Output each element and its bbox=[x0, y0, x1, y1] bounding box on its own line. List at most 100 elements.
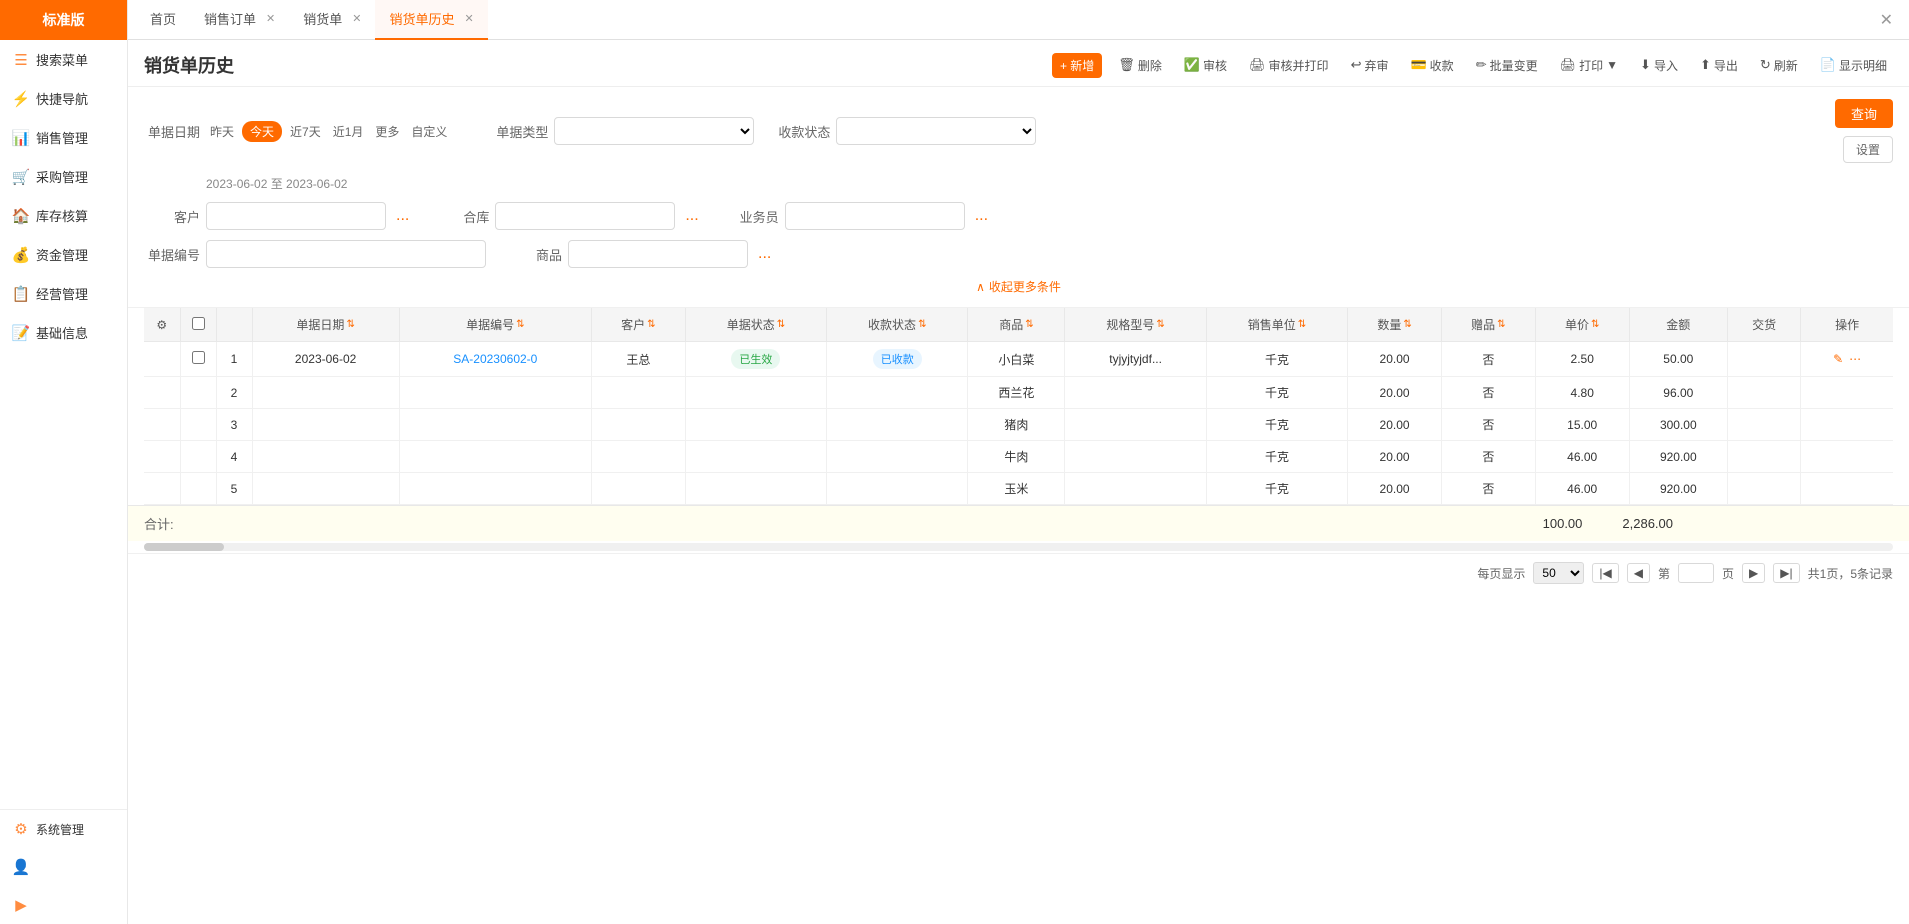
doc-no-input[interactable] bbox=[206, 240, 486, 268]
batch-change-button[interactable]: ✏ 批量变更 bbox=[1470, 53, 1544, 78]
td-goods: 牛肉 bbox=[968, 441, 1065, 473]
td-doc-no[interactable] bbox=[399, 473, 591, 505]
scrollbar-thumb[interactable] bbox=[144, 543, 224, 551]
th-sales-unit[interactable]: 销售单位⇅ bbox=[1206, 308, 1347, 342]
audit-print-button[interactable]: 🖨 审核并打印 bbox=[1243, 53, 1335, 78]
main-content: 首页 销售订单 ✕ 销货单 ✕ 销货单历史 ✕ ✕ 销货单历史 + 新增 🗑 删… bbox=[128, 0, 1909, 924]
sidebar-item-system-mgmt[interactable]: ⚙ 系统管理 bbox=[0, 810, 127, 848]
user-icon: 👤 bbox=[12, 858, 30, 876]
show-details-button[interactable]: 📄 显示明细 bbox=[1814, 53, 1893, 78]
payment-status-label: 收款状态 bbox=[774, 122, 830, 141]
salesperson-picker-btn[interactable]: ... bbox=[971, 207, 992, 225]
th-doc-date[interactable]: 单据日期⇅ bbox=[252, 308, 399, 342]
sidebar-item-finance[interactable]: 💰 资金管理 bbox=[0, 235, 127, 274]
tab-sales-history[interactable]: 销货单历史 ✕ bbox=[375, 0, 487, 40]
filter-row-date-value: 2023-06-02 至 2023-06-02 bbox=[144, 173, 1893, 192]
th-amount[interactable]: 金额 bbox=[1629, 308, 1727, 342]
salesperson-input[interactable] bbox=[785, 202, 965, 230]
shortcut-today[interactable]: 今天 bbox=[242, 121, 282, 142]
sidebar-item-quick-nav[interactable]: ⚡ 快捷导航 bbox=[0, 79, 127, 118]
td-doc-no[interactable] bbox=[399, 409, 591, 441]
tab-sales-order-close[interactable]: ✕ bbox=[266, 12, 275, 25]
th-spec-type[interactable]: 规格型号⇅ bbox=[1065, 308, 1206, 342]
sidebar-item-search-menu[interactable]: ☰ 搜索菜单 bbox=[0, 40, 127, 79]
tab-sales-order[interactable]: 销售订单 ✕ bbox=[190, 0, 289, 40]
td-checkbox[interactable] bbox=[180, 441, 216, 473]
th-checkbox[interactable] bbox=[180, 308, 216, 342]
per-page-select[interactable]: 50 100 200 bbox=[1533, 562, 1584, 584]
pagination-last-btn[interactable]: ▶| bbox=[1773, 563, 1799, 583]
warehouse-input[interactable] bbox=[495, 202, 675, 230]
date-shortcuts: 昨天 今天 近7天 近1月 更多 自定义 bbox=[206, 121, 451, 142]
goods-input[interactable] bbox=[568, 240, 748, 268]
import-button[interactable]: ⬇ 导入 bbox=[1634, 53, 1684, 78]
shortcut-custom[interactable]: 自定义 bbox=[407, 121, 451, 142]
td-checkbox[interactable] bbox=[180, 342, 216, 377]
more-link[interactable]: ⋯ bbox=[1849, 352, 1861, 366]
th-goods[interactable]: 商品⇅ bbox=[968, 308, 1065, 342]
doc-type-select[interactable] bbox=[554, 117, 754, 145]
goods-picker-btn[interactable]: ... bbox=[754, 245, 775, 263]
shortcut-7days[interactable]: 近7天 bbox=[286, 121, 325, 142]
td-doc-no[interactable]: SA-20230602-0 bbox=[399, 342, 591, 377]
sidebar-item-inventory[interactable]: 🏠 库存核算 bbox=[0, 196, 127, 235]
collapse-button[interactable]: ∧ 收起更多条件 bbox=[976, 278, 1061, 295]
td-customer: 王总 bbox=[591, 342, 685, 377]
td-doc-date bbox=[252, 473, 399, 505]
th-quantity[interactable]: 数量⇅ bbox=[1348, 308, 1442, 342]
th-doc-no[interactable]: 单据编号⇅ bbox=[399, 308, 591, 342]
sidebar-item-purchase-mgmt[interactable]: 🛒 采购管理 bbox=[0, 157, 127, 196]
sidebar-item-basic-info[interactable]: 📝 基础信息 bbox=[0, 313, 127, 352]
audit-icon: ✅ bbox=[1184, 57, 1200, 73]
td-settings bbox=[144, 441, 180, 473]
pagination-prev-btn[interactable]: ◀ bbox=[1627, 563, 1650, 583]
customer-picker-btn[interactable]: ... bbox=[392, 207, 413, 225]
th-doc-status[interactable]: 单据状态⇅ bbox=[685, 308, 826, 342]
payment-status-select[interactable] bbox=[836, 117, 1036, 145]
delete-button[interactable]: 🗑 删除 bbox=[1112, 53, 1168, 78]
th-gift[interactable]: 赠品⇅ bbox=[1441, 308, 1535, 342]
tab-bar-close-btn[interactable]: ✕ bbox=[1872, 10, 1901, 30]
print-button[interactable]: 🖨 打印 ▼ bbox=[1554, 53, 1624, 78]
sidebar-item-operations[interactable]: 📋 经营管理 bbox=[0, 274, 127, 313]
td-checkbox[interactable] bbox=[180, 409, 216, 441]
th-unit-price[interactable]: 单价⇅ bbox=[1535, 308, 1629, 342]
sidebar-item-user[interactable]: 👤 bbox=[0, 848, 127, 886]
tab-sales-history-close[interactable]: ✕ bbox=[465, 12, 474, 25]
edit-link[interactable]: ✎ bbox=[1833, 352, 1843, 366]
shortcut-1month[interactable]: 近1月 bbox=[329, 121, 368, 142]
table-scrollbar[interactable] bbox=[144, 543, 1893, 551]
td-doc-no[interactable] bbox=[399, 441, 591, 473]
pagination-info: 共1页，5条记录 bbox=[1808, 565, 1893, 582]
tab-home[interactable]: 首页 bbox=[136, 0, 190, 40]
shortcut-more[interactable]: 更多 bbox=[371, 121, 403, 142]
pagination-next-btn[interactable]: ▶ bbox=[1742, 563, 1765, 583]
refresh-button[interactable]: ↻ 刷新 bbox=[1754, 53, 1804, 78]
tab-sales-goods[interactable]: 销货单 ✕ bbox=[289, 0, 375, 40]
td-checkbox[interactable] bbox=[180, 473, 216, 505]
select-all-checkbox[interactable] bbox=[192, 317, 205, 330]
td-goods: 小白菜 bbox=[968, 342, 1065, 377]
th-customer[interactable]: 客户⇅ bbox=[591, 308, 685, 342]
query-button[interactable]: 查询 bbox=[1835, 99, 1893, 128]
abandon-button[interactable]: ↩ 弃审 bbox=[1345, 53, 1395, 78]
td-checkbox[interactable] bbox=[180, 377, 216, 409]
collect-button[interactable]: 💳 收款 bbox=[1404, 53, 1459, 78]
sidebar-item-sales-mgmt[interactable]: 📊 销售管理 bbox=[0, 118, 127, 157]
pagination: 每页显示 50 100 200 |◀ ◀ 第 1 页 ▶ ▶| 共1页，5条记录 bbox=[128, 553, 1909, 592]
warehouse-picker-btn[interactable]: ... bbox=[681, 207, 702, 225]
audit-button[interactable]: ✅ 审核 bbox=[1178, 53, 1233, 78]
th-payment-status[interactable]: 收款状态⇅ bbox=[827, 308, 968, 342]
td-doc-no[interactable] bbox=[399, 377, 591, 409]
new-button[interactable]: + 新增 bbox=[1052, 53, 1102, 78]
shortcut-yesterday[interactable]: 昨天 bbox=[206, 121, 238, 142]
row-checkbox[interactable] bbox=[192, 351, 205, 364]
pagination-first-btn[interactable]: |◀ bbox=[1592, 563, 1618, 583]
customer-input[interactable] bbox=[206, 202, 386, 230]
th-settings[interactable]: ⚙ bbox=[144, 308, 180, 342]
set-button[interactable]: 设置 bbox=[1843, 136, 1893, 163]
pagination-page-input[interactable]: 1 bbox=[1678, 563, 1714, 583]
export-button[interactable]: ⬆ 导出 bbox=[1694, 53, 1744, 78]
sidebar-item-settings[interactable]: ▶ bbox=[0, 886, 127, 924]
tab-sales-goods-close[interactable]: ✕ bbox=[352, 12, 361, 25]
